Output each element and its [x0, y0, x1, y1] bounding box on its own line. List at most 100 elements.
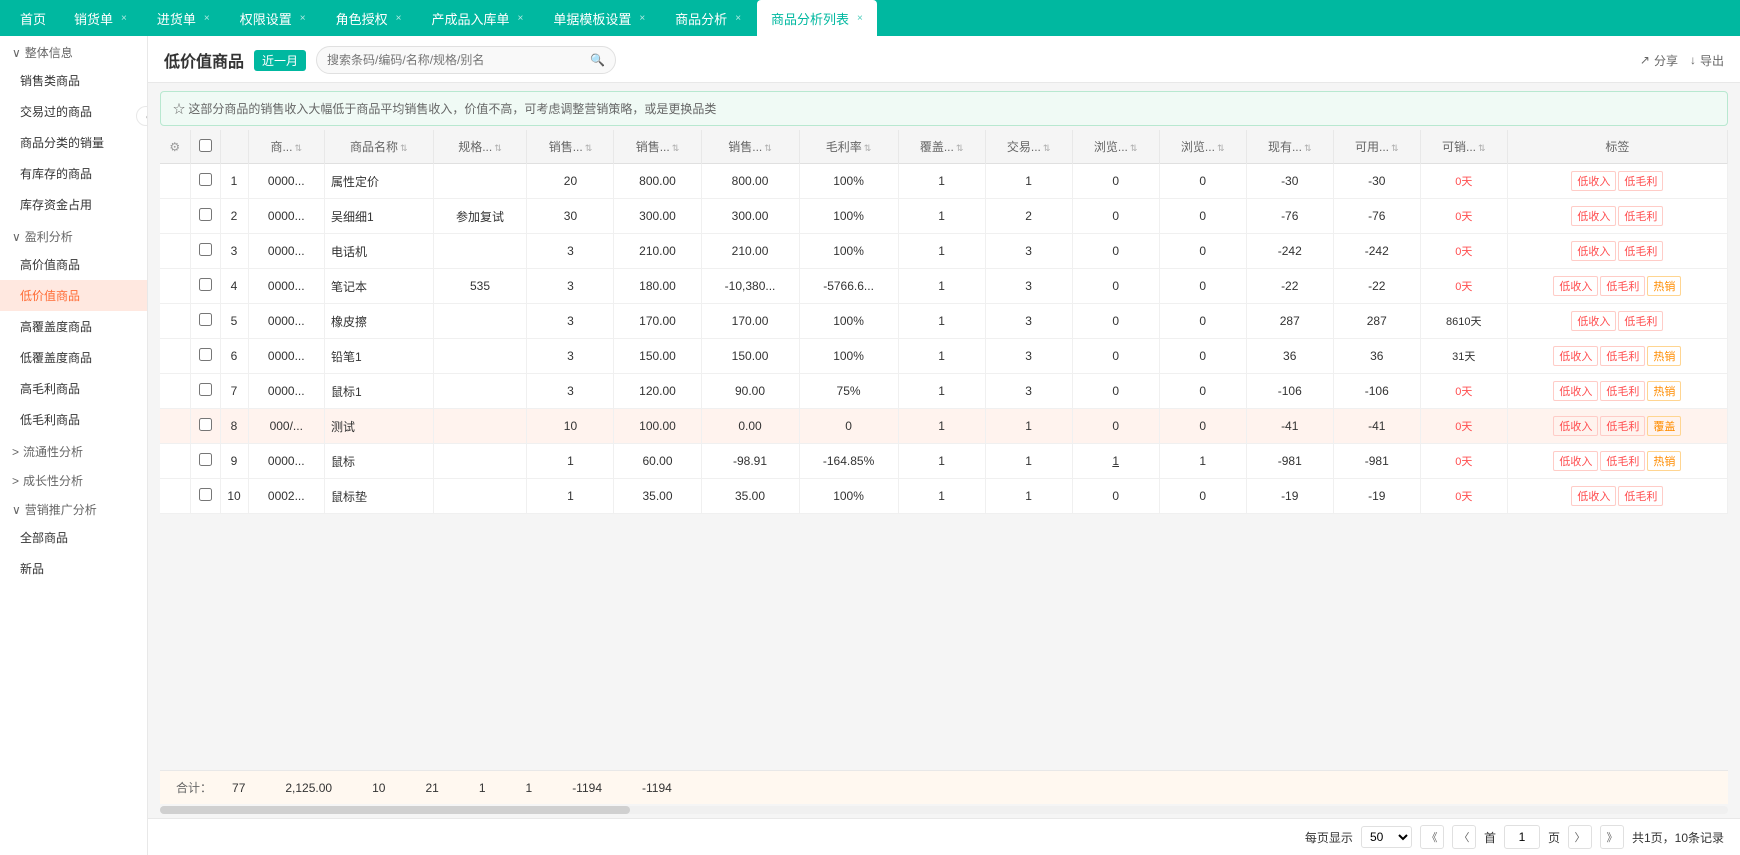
row-stock1: -22	[1246, 269, 1333, 304]
sidebar-section-growth[interactable]: > 成长性分析	[0, 464, 147, 493]
row-select-checkbox[interactable]	[199, 488, 212, 501]
last-page-button[interactable]: 》	[1600, 825, 1624, 849]
select-all-checkbox[interactable]	[199, 139, 212, 152]
nav-salesorder-close[interactable]: ×	[121, 13, 127, 24]
row-gross: -5766.6...	[799, 269, 898, 304]
row-trade: 1	[985, 409, 1072, 444]
gear-icon[interactable]: ⚙	[169, 140, 180, 154]
nav-item-stock[interactable]: 产成品入库单 ×	[417, 0, 537, 36]
sidebar-item-high-gross[interactable]: 高毛利商品	[0, 373, 147, 404]
tag-label: 低收入	[1553, 451, 1598, 471]
nav-template-close[interactable]: ×	[639, 13, 645, 24]
share-button[interactable]: ↗ 分享	[1640, 52, 1678, 69]
sidebar-section-flow[interactable]: > 流通性分析	[0, 435, 147, 464]
row-browse2: 0	[1159, 304, 1246, 339]
sidebar-item-traded-goods[interactable]: 交易过的商品	[0, 96, 147, 127]
sidebar-item-all-goods[interactable]: 全部商品	[0, 522, 147, 553]
sidebar-item-new-goods[interactable]: 新品	[0, 553, 147, 584]
sidebar-item-category-sales[interactable]: 商品分类的销量	[0, 127, 147, 158]
row-select-checkbox[interactable]	[199, 418, 212, 431]
row-stock2: 287	[1333, 304, 1420, 339]
th-tags: 标签	[1507, 130, 1727, 164]
nav-home[interactable]: 首页	[8, 0, 58, 36]
sidebar: ∨ 整体信息 销售类商品 交易过的商品 商品分类的销量 有库存的商品 库存资金占…	[0, 36, 148, 855]
nav-item-permission[interactable]: 权限设置 ×	[226, 0, 320, 36]
row-select-checkbox[interactable]	[199, 453, 212, 466]
sidebar-item-low-gross[interactable]: 低毛利商品	[0, 404, 147, 435]
tag-label: 低收入	[1571, 311, 1616, 331]
nav-item-role[interactable]: 角色授权 ×	[322, 0, 416, 36]
search-input[interactable]	[327, 53, 584, 67]
browse1-value[interactable]: 1	[1112, 454, 1119, 468]
row-no: 8	[220, 409, 248, 444]
row-gross: -164.85%	[799, 444, 898, 479]
sidebar-item-low-value[interactable]: 低价值商品	[0, 280, 147, 311]
row-gear	[160, 409, 190, 444]
flow-label: 流通性分析	[23, 443, 83, 460]
nav-item-analysis-list[interactable]: 商品分析列表 ×	[757, 0, 877, 36]
row-trade: 1	[985, 444, 1072, 479]
nav-role-close[interactable]: ×	[396, 13, 402, 24]
prev-page-button[interactable]: 〈	[1452, 825, 1476, 849]
sidebar-section-profit[interactable]: ∨ 盈利分析	[0, 220, 147, 249]
row-cover: 1	[898, 304, 985, 339]
row-sale2: 150.00	[614, 339, 701, 374]
scrollbar-thumb[interactable]	[160, 806, 630, 814]
nav-item-purchase[interactable]: 进货单 ×	[143, 0, 224, 36]
sidebar-item-low-coverage[interactable]: 低覆盖度商品	[0, 342, 147, 373]
nav-purchase-close[interactable]: ×	[204, 13, 210, 24]
row-select-checkbox[interactable]	[199, 243, 212, 256]
next-page-button[interactable]: 〉	[1568, 825, 1592, 849]
row-select-checkbox[interactable]	[199, 348, 212, 361]
first-page-button[interactable]: 《	[1420, 825, 1444, 849]
nav-item-salesorder[interactable]: 销货单 ×	[60, 0, 141, 36]
row-days: 31天	[1420, 339, 1507, 374]
nav-item-analysis[interactable]: 商品分析 ×	[661, 0, 755, 36]
tag-label: 低毛利	[1600, 381, 1645, 401]
nav-permission-close[interactable]: ×	[300, 13, 306, 24]
horizontal-scrollbar[interactable]	[160, 806, 1728, 814]
nav-analysis-list-close[interactable]: ×	[857, 13, 863, 24]
row-checkbox	[190, 199, 220, 234]
filter-tag-month[interactable]: 近一月	[254, 50, 306, 71]
page-number-input[interactable]	[1504, 825, 1540, 849]
sidebar-item-stock-goods[interactable]: 有库存的商品	[0, 158, 147, 189]
sidebar-item-high-coverage[interactable]: 高覆盖度商品	[0, 311, 147, 342]
row-select-checkbox[interactable]	[199, 278, 212, 291]
row-code: 0000...	[248, 304, 324, 339]
row-sale1: 3	[527, 339, 614, 374]
per-page-select[interactable]: 50 100	[1361, 826, 1412, 848]
days-value: 0天	[1455, 491, 1472, 503]
row-sale2: 800.00	[614, 164, 701, 199]
nav-stock-close[interactable]: ×	[517, 13, 523, 24]
days-value: 0天	[1455, 386, 1472, 398]
sidebar-section-overall[interactable]: ∨ 整体信息	[0, 36, 147, 65]
row-select-checkbox[interactable]	[199, 383, 212, 396]
row-code: 0000...	[248, 444, 324, 479]
th-checkbox	[190, 130, 220, 164]
footer-label: 合计：	[176, 779, 212, 796]
row-select-checkbox[interactable]	[199, 173, 212, 186]
row-tags: 低收入低毛利热销	[1507, 339, 1727, 374]
search-icon[interactable]: 🔍	[590, 53, 605, 67]
row-spec	[433, 304, 527, 339]
row-browse1: 0	[1072, 374, 1159, 409]
th-sale1: 销售...⇅	[527, 130, 614, 164]
profit-label: 盈利分析	[25, 228, 73, 245]
tag-label: 低收入	[1571, 171, 1616, 191]
sidebar-item-sales-goods[interactable]: 销售类商品	[0, 65, 147, 96]
tag-label: 低收入	[1553, 346, 1598, 366]
sidebar-section-marketing[interactable]: ∨ 营销推广分析	[0, 493, 147, 522]
footer-browse1: 1	[479, 781, 486, 795]
row-select-checkbox[interactable]	[199, 313, 212, 326]
nav-item-template[interactable]: 单据模板设置 ×	[539, 0, 659, 36]
sidebar-item-stock-capital[interactable]: 库存资金占用	[0, 189, 147, 220]
row-spec	[433, 339, 527, 374]
row-days: 0天	[1420, 479, 1507, 514]
export-button[interactable]: ↓ 导出	[1690, 52, 1724, 69]
nav-analysis-close[interactable]: ×	[735, 13, 741, 24]
row-select-checkbox[interactable]	[199, 208, 212, 221]
sidebar-item-high-value[interactable]: 高价值商品	[0, 249, 147, 280]
footer-stock2: -1194	[642, 781, 672, 795]
table-container: ⚙ 商...⇅ 商品名称⇅ 规格...⇅ 销售...⇅ 销售...⇅ 销售...…	[160, 130, 1728, 770]
